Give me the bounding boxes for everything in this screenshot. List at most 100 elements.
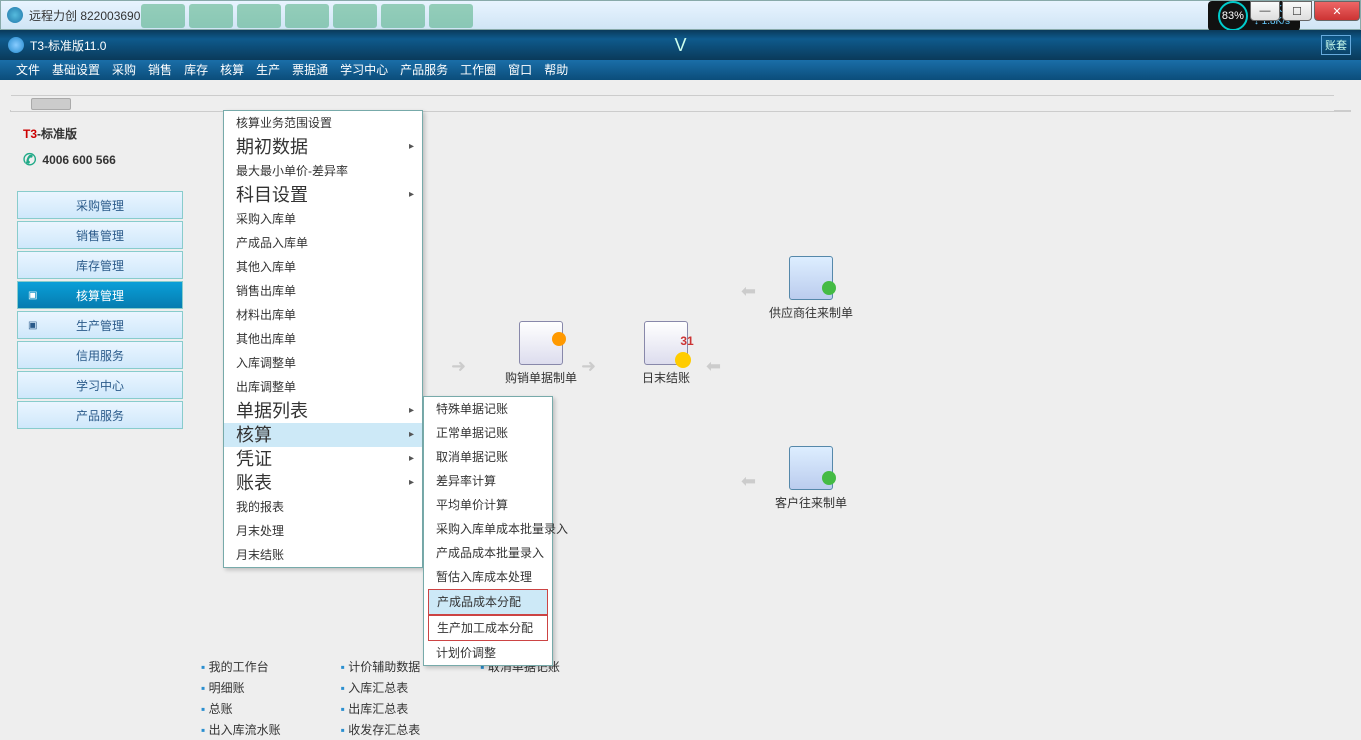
- sidebar-item-sales[interactable]: 销售管理: [17, 221, 183, 249]
- menu-bill[interactable]: 票据通: [286, 60, 334, 80]
- menuitem-price-variance[interactable]: 最大最小单价-差异率: [224, 159, 422, 183]
- brand-suffix: -标准版: [37, 127, 77, 141]
- os-window-title: 远程力创 822003690: [29, 7, 140, 24]
- calendar-icon: [644, 321, 688, 365]
- menu-production[interactable]: 生产: [250, 60, 286, 80]
- menuitem-my-reports[interactable]: 我的报表: [224, 495, 422, 519]
- sidebar-item-inventory[interactable]: 库存管理: [17, 251, 183, 279]
- work-area: T3-标准版 4006 600 566 采购管理 销售管理 库存管理 核算管理 …: [10, 110, 1351, 112]
- quicklink-out-summary[interactable]: 出库汇总表: [341, 698, 421, 719]
- app-title: T3-标准版11.0: [30, 37, 106, 54]
- app-icon: [8, 37, 24, 53]
- quicklink-pricing-aux[interactable]: 计价辅助数据: [341, 656, 421, 677]
- submenu-estimate-cost[interactable]: 暂估入库成本处理: [424, 565, 552, 589]
- menuitem-voucher[interactable]: 凭证: [224, 447, 422, 471]
- menuitem-accounting[interactable]: 核算: [224, 423, 422, 447]
- phone-icon: [23, 150, 36, 170]
- os-titlebar: 远程力创 822003690 83% 1.4K/s 1.8K/s — ☐ ✕: [0, 0, 1361, 30]
- arrow-icon: ⬅: [706, 356, 721, 377]
- card-icon: [789, 256, 833, 300]
- submenu-plan-price-adjust[interactable]: 计划价调整: [424, 641, 552, 665]
- quicklink-stock-flow[interactable]: 出入库流水账: [201, 719, 281, 740]
- phone-number: 4006 600 566: [42, 153, 115, 167]
- brand-logo: T3-标准版: [17, 117, 183, 148]
- maximize-button[interactable]: ☐: [1282, 1, 1312, 21]
- document-icon: [519, 321, 563, 365]
- background-taskbar: [141, 1, 1360, 31]
- sidebar-item-accounting[interactable]: 核算管理: [17, 281, 183, 309]
- sidebar-item-product-service[interactable]: 产品服务: [17, 401, 183, 429]
- flow-node-customer-ar[interactable]: 客户往来制单: [751, 446, 871, 511]
- support-phone: 4006 600 566: [17, 148, 183, 178]
- menuitem-other-out[interactable]: 其他出库单: [224, 327, 422, 351]
- menuitem-sales-out[interactable]: 销售出库单: [224, 279, 422, 303]
- close-button[interactable]: ✕: [1314, 1, 1360, 21]
- menu-sales[interactable]: 销售: [142, 60, 178, 80]
- submenu-avg-price-calc[interactable]: 平均单价计算: [424, 493, 552, 517]
- menuitem-scope-setting[interactable]: 核算业务范围设置: [224, 111, 422, 135]
- os-window-buttons: — ☐ ✕: [1248, 1, 1360, 21]
- account-set-badge[interactable]: 账套: [1321, 35, 1351, 55]
- menuitem-other-in[interactable]: 其他入库单: [224, 255, 422, 279]
- menuitem-month-end-close[interactable]: 月末结账: [224, 543, 422, 567]
- menuitem-purchase-in[interactable]: 采购入库单: [224, 207, 422, 231]
- quicklink-srd-summary[interactable]: 收发存汇总表: [341, 719, 421, 740]
- sidebar-item-production[interactable]: 生产管理: [17, 311, 183, 339]
- scrollbar-thumb[interactable]: [31, 98, 71, 110]
- flow-node-supplier-ar[interactable]: 供应商往来制单: [751, 256, 871, 321]
- os-app-icon: [7, 7, 23, 23]
- menu-file[interactable]: 文件: [10, 60, 46, 80]
- menu-workgroup[interactable]: 工作圈: [454, 60, 502, 80]
- submenu-finished-cost-batch[interactable]: 产成品成本批量录入: [424, 541, 552, 565]
- arrow-icon: ⬅: [741, 281, 756, 302]
- brand-prefix: T3: [23, 127, 37, 141]
- minimize-button[interactable]: —: [1250, 1, 1280, 21]
- sidebar-item-credit[interactable]: 信用服务: [17, 341, 183, 369]
- quicklink-general-ledger[interactable]: 总账: [201, 698, 281, 719]
- submenu-special-posting[interactable]: 特殊单据记账: [424, 397, 552, 421]
- menu-learning[interactable]: 学习中心: [334, 60, 394, 80]
- arrow-icon: ➜: [451, 356, 466, 377]
- titlebar-vee-icon: V: [674, 35, 686, 56]
- quicklink-detail-ledger[interactable]: 明细账: [201, 677, 281, 698]
- sidebar-nav: 采购管理 销售管理 库存管理 核算管理 生产管理 信用服务 学习中心 产品服务: [17, 191, 183, 431]
- flow-label: 供应商往来制单: [751, 304, 871, 321]
- menubar: 文件 基础设置 采购 销售 库存 核算 生产 票据通 学习中心 产品服务 工作圈…: [0, 60, 1361, 80]
- menuitem-material-out[interactable]: 材料出库单: [224, 303, 422, 327]
- menuitem-reports[interactable]: 账表: [224, 471, 422, 495]
- menu-accounting[interactable]: 核算: [214, 60, 250, 80]
- menuitem-doc-list[interactable]: 单据列表: [224, 399, 422, 423]
- menu-inventory[interactable]: 库存: [178, 60, 214, 80]
- menuitem-month-end-process[interactable]: 月末处理: [224, 519, 422, 543]
- arrow-icon: ➜: [581, 356, 596, 377]
- menu-purchase[interactable]: 采购: [106, 60, 142, 80]
- submenu-finished-cost-allocation[interactable]: 产成品成本分配: [428, 589, 548, 615]
- menu-help[interactable]: 帮助: [538, 60, 574, 80]
- menuitem-finished-in[interactable]: 产成品入库单: [224, 231, 422, 255]
- flow-label: 客户往来制单: [751, 494, 871, 511]
- menuitem-in-adjust[interactable]: 入库调整单: [224, 351, 422, 375]
- menuitem-subject-setting[interactable]: 科目设置: [224, 183, 422, 207]
- horizontal-scrollbar[interactable]: [11, 95, 1334, 111]
- submenu-variance-calc[interactable]: 差异率计算: [424, 469, 552, 493]
- menu-window[interactable]: 窗口: [502, 60, 538, 80]
- menuitem-opening-data[interactable]: 期初数据: [224, 135, 422, 159]
- dropdown-accounting-menu: 核算业务范围设置 期初数据 最大最小单价-差异率 科目设置 采购入库单 产成品入…: [223, 110, 423, 568]
- app-titlebar: T3-标准版11.0 V 账套: [0, 30, 1361, 60]
- quicklink-in-summary[interactable]: 入库汇总表: [341, 677, 421, 698]
- dropdown-accounting-submenu: 特殊单据记账 正常单据记账 取消单据记账 差异率计算 平均单价计算 采购入库单成…: [423, 396, 553, 666]
- arrow-icon: ⬅: [741, 471, 756, 492]
- menu-basic-settings[interactable]: 基础设置: [46, 60, 106, 80]
- quicklink-myworkbench[interactable]: 我的工作台: [201, 656, 281, 677]
- sidebar-item-purchase[interactable]: 采购管理: [17, 191, 183, 219]
- submenu-purchase-cost-batch[interactable]: 采购入库单成本批量录入: [424, 517, 552, 541]
- menuitem-out-adjust[interactable]: 出库调整单: [224, 375, 422, 399]
- submenu-production-cost-allocation[interactable]: 生产加工成本分配: [428, 615, 548, 641]
- sidebar-item-learning[interactable]: 学习中心: [17, 371, 183, 399]
- brand-box: T3-标准版 4006 600 566: [17, 117, 183, 178]
- cpu-ring: 83%: [1218, 1, 1248, 31]
- card-icon: [789, 446, 833, 490]
- menu-product-service[interactable]: 产品服务: [394, 60, 454, 80]
- submenu-normal-posting[interactable]: 正常单据记账: [424, 421, 552, 445]
- submenu-cancel-posting[interactable]: 取消单据记账: [424, 445, 552, 469]
